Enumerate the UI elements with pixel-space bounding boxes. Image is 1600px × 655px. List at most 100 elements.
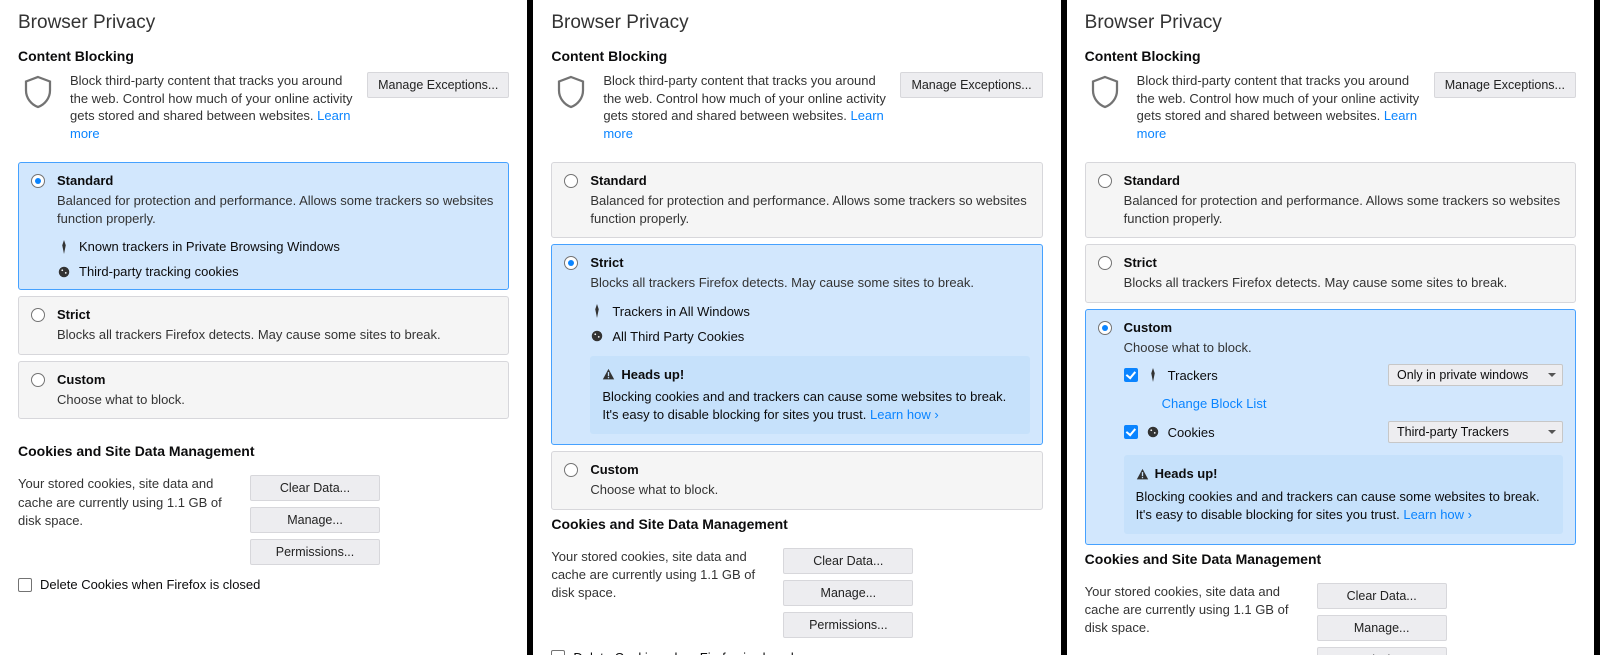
- option-custom-label: Custom: [57, 372, 496, 387]
- radio-strict[interactable]: [1098, 256, 1112, 270]
- shield-icon: [18, 72, 58, 112]
- radio-custom[interactable]: [564, 463, 578, 477]
- cookie-icon: [590, 329, 604, 343]
- strict-item-trackers: Trackers in All Windows: [590, 304, 1029, 319]
- option-custom-desc: Choose what to block.: [590, 481, 1029, 499]
- learn-how-link[interactable]: Learn how: [1403, 507, 1472, 522]
- learn-how-link[interactable]: Learn how: [870, 407, 939, 422]
- content-blocking-intro: Block third-party content that tracks yo…: [551, 72, 1042, 142]
- radio-custom[interactable]: [31, 373, 45, 387]
- shield-icon: [1085, 72, 1125, 112]
- cookie-icon: [57, 265, 71, 279]
- content-blocking-desc: Block third-party content that tracks yo…: [603, 72, 888, 142]
- radio-custom[interactable]: [1098, 321, 1112, 335]
- manage-data-button[interactable]: Manage...: [1317, 615, 1447, 641]
- cookie-icon: [1146, 425, 1160, 439]
- manage-exceptions-button[interactable]: Manage Exceptions...: [367, 72, 509, 98]
- standard-item-cookies: Third-party tracking cookies: [57, 264, 496, 279]
- strict-warning: Heads up! Blocking cookies and and track…: [590, 356, 1029, 435]
- site-data-row: Your stored cookies, site data and cache…: [18, 475, 509, 565]
- content-blocking-title: Content Blocking: [18, 48, 509, 64]
- change-block-list-link[interactable]: Change Block List: [1162, 396, 1267, 411]
- option-custom-desc: Choose what to block.: [57, 391, 496, 409]
- radio-strict[interactable]: [564, 256, 578, 270]
- shield-icon: [551, 72, 591, 112]
- content-blocking-intro: Block third-party content that tracks yo…: [18, 72, 509, 142]
- option-custom-label: Custom: [1124, 320, 1563, 335]
- delete-on-close-label: Delete Cookies when Firefox is closed: [40, 577, 260, 592]
- warning-icon: [1136, 468, 1149, 481]
- permissions-button[interactable]: Permissions...: [250, 539, 380, 565]
- option-custom[interactable]: Custom Choose what to block. Trackers On…: [1085, 309, 1576, 545]
- option-custom[interactable]: Custom Choose what to block.: [551, 451, 1042, 510]
- site-data-desc: Your stored cookies, site data and cache…: [551, 548, 771, 638]
- delete-on-close-label: Delete Cookies when Firefox is closed: [573, 650, 793, 655]
- radio-strict[interactable]: [31, 308, 45, 322]
- delete-on-close-checkbox[interactable]: [551, 650, 565, 655]
- standard-item-trackers: Known trackers in Private Browsing Windo…: [57, 239, 496, 254]
- warning-head-text: Heads up!: [621, 366, 684, 384]
- manage-exceptions-button[interactable]: Manage Exceptions...: [900, 72, 1042, 98]
- custom-trackers-row: Trackers Only in private windows: [1124, 364, 1563, 386]
- content-blocking-intro: Block third-party content that tracks yo…: [1085, 72, 1576, 142]
- clear-data-button[interactable]: Clear Data...: [250, 475, 380, 501]
- cookies-select[interactable]: Third-party Trackers: [1388, 421, 1563, 443]
- option-standard-desc: Balanced for protection and performance.…: [1124, 192, 1563, 227]
- trackers-select[interactable]: Only in private windows: [1388, 364, 1563, 386]
- trackers-checkbox[interactable]: [1124, 368, 1138, 382]
- option-custom[interactable]: Custom Choose what to block.: [18, 361, 509, 420]
- warning-head-text: Heads up!: [1155, 465, 1218, 483]
- cookies-checkbox[interactable]: [1124, 425, 1138, 439]
- permissions-button[interactable]: Permissions...: [1317, 647, 1447, 655]
- warning-icon: [602, 368, 615, 381]
- option-custom-desc: Choose what to block.: [1124, 339, 1563, 357]
- radio-standard[interactable]: [31, 174, 45, 188]
- strict-item-cookies: All Third Party Cookies: [590, 329, 1029, 344]
- site-data-title: Cookies and Site Data Management: [551, 516, 1042, 532]
- option-standard-desc: Balanced for protection and performance.…: [590, 192, 1029, 227]
- option-strict[interactable]: Strict Blocks all trackers Firefox detec…: [1085, 244, 1576, 303]
- content-blocking-title: Content Blocking: [551, 48, 1042, 64]
- radio-standard[interactable]: [564, 174, 578, 188]
- clear-data-button[interactable]: Clear Data...: [1317, 583, 1447, 609]
- option-strict[interactable]: Strict Blocks all trackers Firefox detec…: [551, 244, 1042, 445]
- custom-cookies-row: Cookies Third-party Trackers: [1124, 421, 1563, 443]
- option-standard[interactable]: Standard Balanced for protection and per…: [1085, 162, 1576, 238]
- tracker-icon: [1146, 368, 1160, 382]
- clear-data-button[interactable]: Clear Data...: [783, 548, 913, 574]
- site-data-desc: Your stored cookies, site data and cache…: [1085, 583, 1305, 655]
- option-standard-label: Standard: [590, 173, 1029, 188]
- manage-data-button[interactable]: Manage...: [250, 507, 380, 533]
- content-blocking-desc: Block third-party content that tracks yo…: [1137, 72, 1422, 142]
- option-strict-label: Strict: [57, 307, 496, 322]
- manage-exceptions-button[interactable]: Manage Exceptions...: [1434, 72, 1576, 98]
- site-data-title: Cookies and Site Data Management: [1085, 551, 1576, 567]
- warning-body-text: Blocking cookies and and trackers can ca…: [1136, 489, 1540, 522]
- content-blocking-desc: Block third-party content that tracks yo…: [70, 72, 355, 142]
- site-data-title: Cookies and Site Data Management: [18, 443, 509, 459]
- custom-warning: Heads up! Blocking cookies and and track…: [1124, 455, 1563, 534]
- cookies-label: Cookies: [1168, 425, 1215, 440]
- site-data-row: Your stored cookies, site data and cache…: [551, 548, 1042, 638]
- option-standard[interactable]: Standard Balanced for protection and per…: [551, 162, 1042, 238]
- site-data-desc: Your stored cookies, site data and cache…: [18, 475, 238, 565]
- option-strict-desc: Blocks all trackers Firefox detects. May…: [57, 326, 496, 344]
- permissions-button[interactable]: Permissions...: [783, 612, 913, 638]
- option-strict-label: Strict: [590, 255, 1029, 270]
- panel-standard: Browser Privacy Content Blocking Block t…: [0, 0, 533, 655]
- manage-data-button[interactable]: Manage...: [783, 580, 913, 606]
- option-standard[interactable]: Standard Balanced for protection and per…: [18, 162, 509, 290]
- page-title: Browser Privacy: [1085, 12, 1576, 34]
- page-title: Browser Privacy: [18, 12, 509, 34]
- content-blocking-title: Content Blocking: [1085, 48, 1576, 64]
- radio-standard[interactable]: [1098, 174, 1112, 188]
- delete-on-close-row: Delete Cookies when Firefox is closed: [18, 577, 509, 592]
- option-standard-label: Standard: [57, 173, 496, 188]
- option-strict-label: Strict: [1124, 255, 1563, 270]
- option-strict-desc: Blocks all trackers Firefox detects. May…: [590, 274, 1029, 292]
- option-strict[interactable]: Strict Blocks all trackers Firefox detec…: [18, 296, 509, 355]
- warning-body-text: Blocking cookies and and trackers can ca…: [602, 389, 1006, 422]
- option-standard-desc: Balanced for protection and performance.…: [57, 192, 496, 227]
- delete-on-close-checkbox[interactable]: [18, 578, 32, 592]
- panel-strict: Browser Privacy Content Blocking Block t…: [533, 0, 1066, 655]
